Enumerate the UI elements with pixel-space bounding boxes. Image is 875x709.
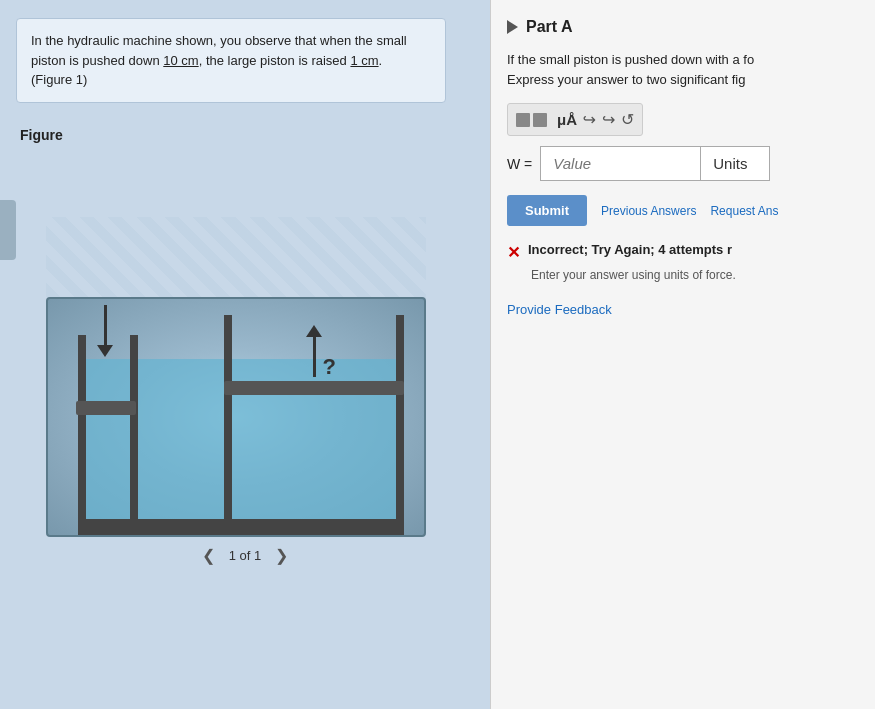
refresh-button[interactable]: ↺: [621, 110, 634, 129]
part-title: Part A: [526, 18, 573, 36]
left-panel: In the hydraulic machine shown, you obse…: [0, 0, 490, 709]
nav-next-button[interactable]: ❯: [269, 544, 294, 567]
figure-label: Figure: [20, 127, 63, 143]
answer-toolbar: μÅ ↩ ↪ ↺: [507, 103, 643, 136]
water-background: ?: [46, 297, 426, 537]
format-sq1-icon: [516, 113, 530, 127]
nav-prev-button[interactable]: ❮: [196, 544, 221, 567]
action-row: Submit Previous Answers Request Ans: [507, 195, 859, 226]
part-desc-line1: If the small piston is pushed down with …: [507, 52, 754, 67]
question-mark-label: ?: [323, 354, 336, 380]
nav-page-indicator: 1 of 1: [229, 548, 262, 563]
arrow-up-large-piston: [304, 325, 324, 377]
hint-text: Enter your answer using units of force.: [531, 268, 859, 282]
previous-answers-link[interactable]: Previous Answers: [601, 204, 696, 218]
undo-button[interactable]: ↩: [583, 110, 596, 129]
mu-label: μÅ: [557, 111, 577, 128]
format-sq2-icon: [533, 113, 547, 127]
collapse-triangle-icon[interactable]: [507, 20, 518, 34]
part-header: Part A: [507, 18, 859, 36]
value-1cm: 1 cm: [350, 53, 378, 68]
incorrect-icon: ✕: [507, 243, 520, 262]
figure-navigation: ❮ 1 of 1 ❯: [196, 544, 295, 567]
provide-feedback-link[interactable]: Provide Feedback: [507, 302, 859, 317]
incorrect-text: Incorrect; Try Again; 4 attempts r: [528, 242, 732, 257]
w-label: W =: [507, 156, 532, 172]
left-tube: [78, 335, 138, 535]
submit-button[interactable]: Submit: [507, 195, 587, 226]
arrow-up-line: [313, 337, 316, 377]
part-desc-line2: Express your answer to two significant f…: [507, 72, 745, 87]
arrow-down-line: [104, 305, 107, 345]
answer-row: W = Units: [507, 146, 859, 181]
small-piston: [76, 401, 136, 415]
units-selector[interactable]: Units: [700, 146, 770, 181]
problem-text: In the hydraulic machine shown, you obse…: [31, 33, 407, 87]
figure-area: Figure: [16, 117, 474, 597]
problem-text-box: In the hydraulic machine shown, you obse…: [16, 18, 446, 103]
request-answer-link[interactable]: Request Ans: [710, 204, 778, 218]
large-piston: [224, 381, 404, 395]
sidebar-tab[interactable]: [0, 200, 16, 260]
value-10cm: 10 cm: [163, 53, 198, 68]
value-input[interactable]: [540, 146, 700, 181]
right-panel: Part A If the small piston is pushed dow…: [490, 0, 875, 709]
part-description: If the small piston is pushed down with …: [507, 50, 859, 89]
arrow-down-small-piston: [95, 305, 115, 357]
hydraulic-illustration: ?: [46, 217, 426, 537]
arrow-up-head: [306, 325, 322, 337]
feedback-box: ✕ Incorrect; Try Again; 4 attempts r Ent…: [507, 242, 859, 282]
redo-button[interactable]: ↪: [602, 110, 615, 129]
incorrect-row: ✕ Incorrect; Try Again; 4 attempts r: [507, 242, 859, 262]
format-icons: [516, 113, 547, 127]
arrow-down-head: [97, 345, 113, 357]
